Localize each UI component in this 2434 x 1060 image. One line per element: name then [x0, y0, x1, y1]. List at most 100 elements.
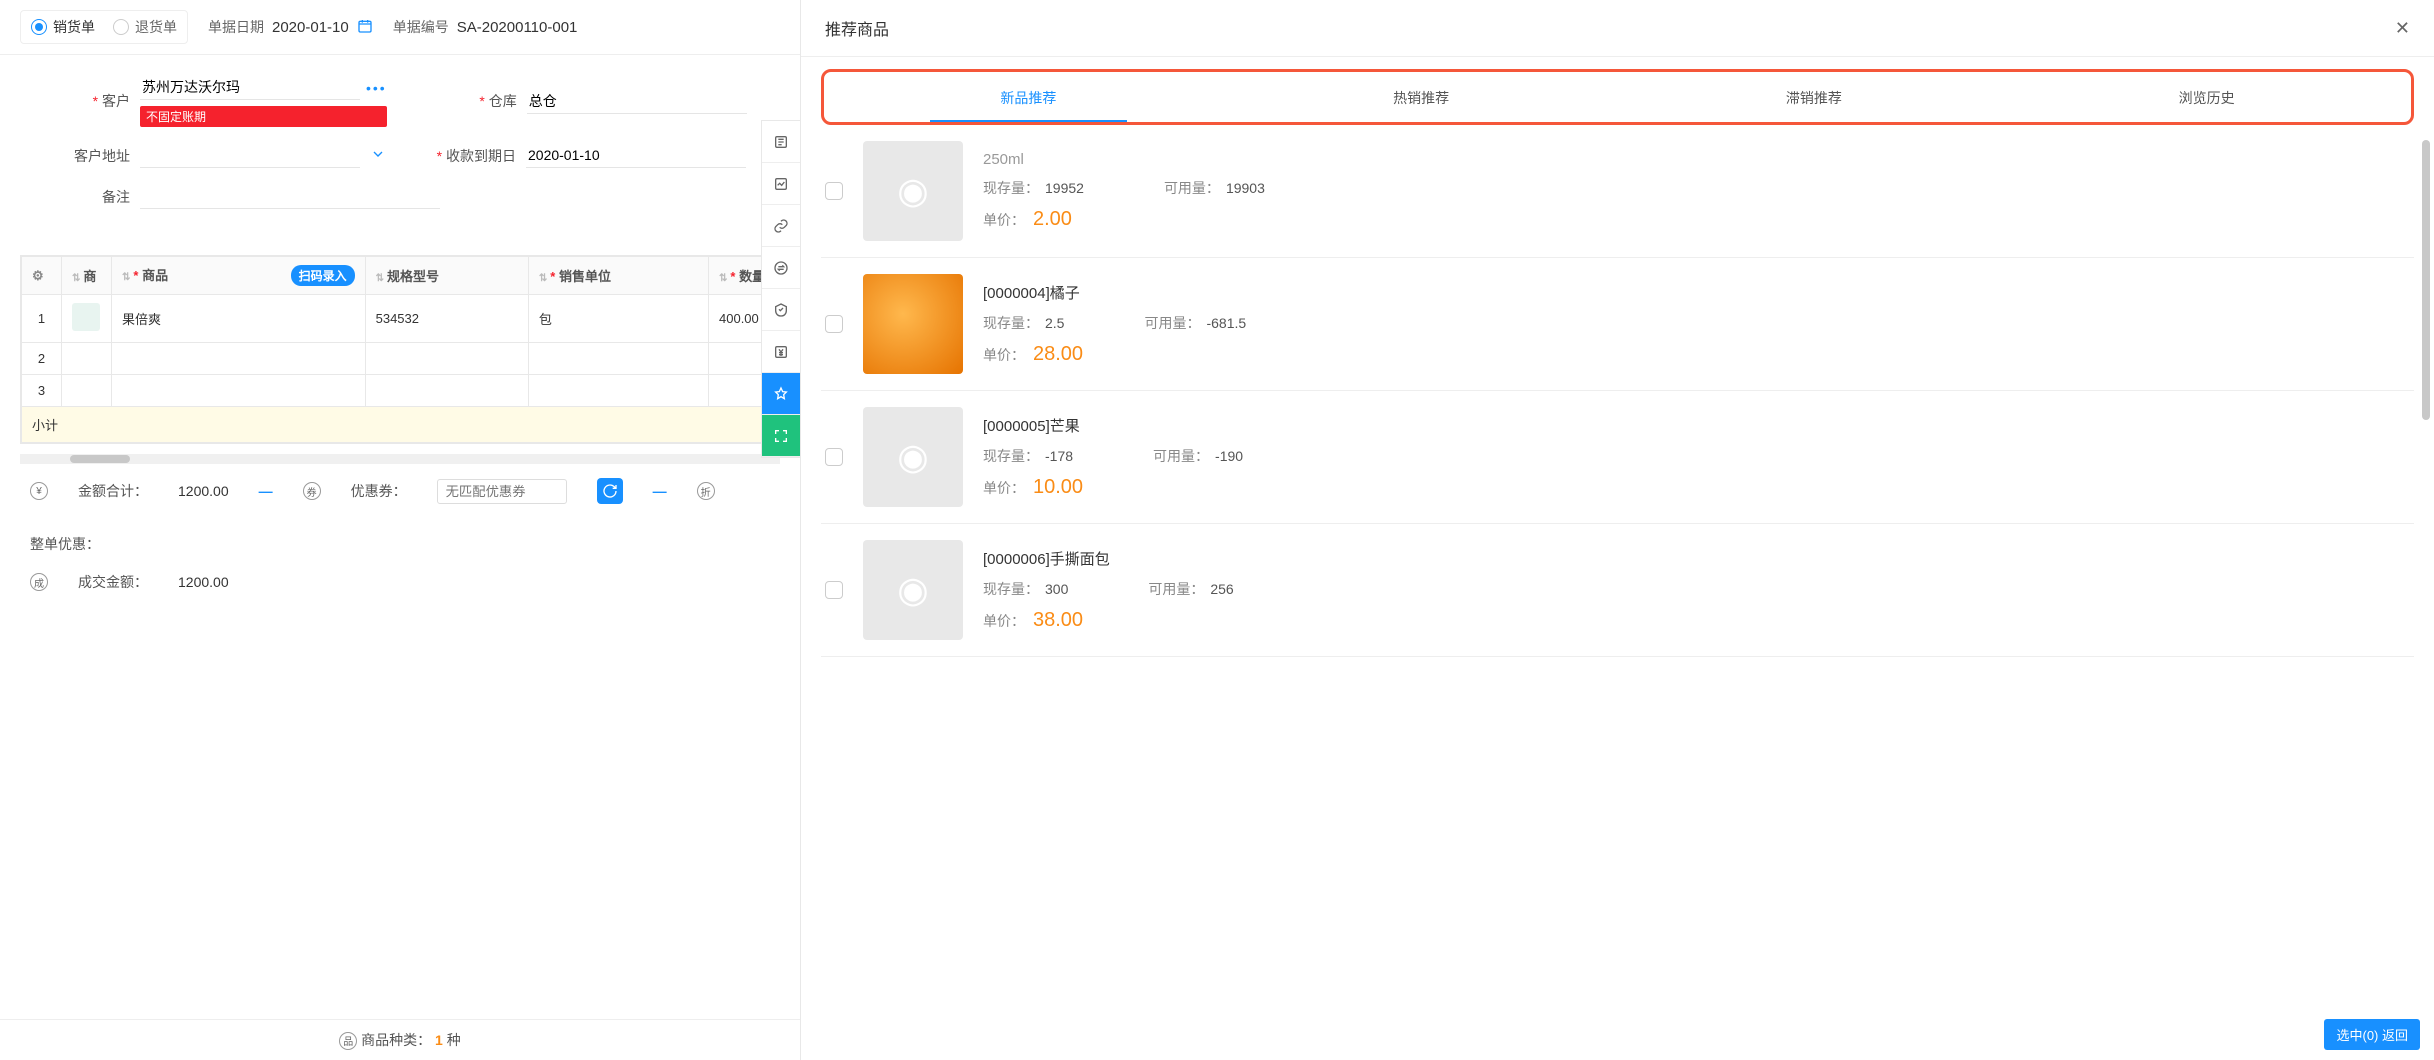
- coupon-label: 优惠券：: [351, 481, 407, 501]
- recommend-item[interactable]: ◉ [0000006]手撕面包 现存量：300 可用量：256 单价：38.00: [821, 524, 2414, 657]
- coupon-input[interactable]: [437, 479, 567, 504]
- radio-return-order[interactable]: 退货单: [113, 17, 177, 37]
- price-value: 2.00: [1033, 208, 1072, 230]
- cell-spec[interactable]: [365, 343, 528, 375]
- currency-icon: ¥: [30, 482, 48, 500]
- checkbox[interactable]: [825, 581, 843, 599]
- coupon-icon: 券: [303, 482, 321, 500]
- subtotal-row: 小计: [22, 407, 779, 443]
- vertical-scrollbar[interactable]: [2422, 140, 2430, 420]
- deal-value: 1200.00: [178, 574, 229, 590]
- warehouse-label: 仓库: [427, 91, 517, 111]
- stock-value: 2.5: [1045, 315, 1064, 331]
- select-return-button[interactable]: 选中(0) 返回: [2324, 1019, 2420, 1050]
- tool-expand-icon[interactable]: [762, 415, 800, 457]
- table-row[interactable]: 1 果倍爽 534532 包 400.00: [22, 295, 779, 343]
- doc-header: 销货单 退货单 单据日期 2020-01-10 单据编号 SA-20200110…: [0, 0, 800, 55]
- doc-no-label: 单据编号: [393, 17, 449, 37]
- chevron-down-icon[interactable]: [370, 146, 386, 165]
- col-gear[interactable]: ⚙: [22, 257, 62, 295]
- avail-value: -681.5: [1206, 315, 1246, 331]
- checkbox[interactable]: [825, 182, 843, 200]
- recommend-item[interactable]: ◉ 250ml 现存量：19952 可用量：19903 单价：2.00: [821, 125, 2414, 258]
- checkbox[interactable]: [825, 315, 843, 333]
- col-product[interactable]: ⇅商品扫码录入: [112, 257, 366, 295]
- remark-input[interactable]: [140, 184, 440, 209]
- cell-unit[interactable]: [528, 375, 708, 407]
- refresh-button[interactable]: [597, 478, 623, 504]
- col-unit[interactable]: ⇅销售单位: [528, 257, 708, 295]
- horizontal-scrollbar[interactable]: [20, 454, 780, 464]
- stock-value: -178: [1045, 448, 1073, 464]
- gear-icon: ⚙: [32, 268, 44, 283]
- side-toolbar: [761, 120, 801, 458]
- doc-type-radio-group: 销货单 退货单: [20, 10, 188, 44]
- doc-date-field: 单据日期 2020-01-10: [208, 17, 373, 37]
- tool-swap-icon[interactable]: [762, 247, 800, 289]
- minus-icon: —: [653, 483, 667, 499]
- tool-chart-icon[interactable]: [762, 163, 800, 205]
- minus-icon: —: [259, 483, 273, 499]
- item-name: [0000005]芒果: [983, 415, 2410, 436]
- more-icon[interactable]: •••: [366, 80, 387, 96]
- price-value: 38.00: [1033, 609, 1083, 631]
- address-input[interactable]: [140, 143, 360, 168]
- customer-input[interactable]: [140, 75, 360, 100]
- cell-spec[interactable]: 534532: [365, 295, 528, 343]
- stock-value: 300: [1045, 581, 1068, 597]
- tool-list-icon[interactable]: [762, 121, 800, 163]
- doc-no-field: 单据编号 SA-20200110-001: [393, 17, 578, 37]
- tab-3[interactable]: 浏览历史: [2010, 78, 2403, 122]
- checkbox[interactable]: [825, 448, 843, 466]
- totals-bar: ¥ 金额合计： 1200.00 — 券 优惠券： — 折 整单优惠：: [0, 464, 800, 568]
- tool-star-icon[interactable]: [762, 373, 800, 415]
- col-spec[interactable]: ⇅规格型号: [365, 257, 528, 295]
- table-row[interactable]: 3: [22, 375, 779, 407]
- cell-product[interactable]: [112, 343, 366, 375]
- tool-currency-icon[interactable]: [762, 331, 800, 373]
- kind-unit: 种: [447, 1032, 461, 1048]
- radio-sales-order[interactable]: 销货单: [31, 17, 95, 37]
- tool-receive-icon[interactable]: [762, 289, 800, 331]
- tab-0[interactable]: 新品推荐: [832, 78, 1225, 122]
- radio-return-label: 退货单: [135, 17, 177, 37]
- recommend-list[interactable]: ◉ 250ml 现存量：19952 可用量：19903 单价：2.00 [000…: [801, 125, 2434, 1060]
- recommend-item[interactable]: [0000004]橘子 现存量：2.5 可用量：-681.5 单价：28.00: [821, 258, 2414, 391]
- cell-spec[interactable]: [365, 375, 528, 407]
- col-image[interactable]: ⇅商: [62, 257, 112, 295]
- panel-header: 推荐商品 ✕: [801, 0, 2434, 57]
- cell-product[interactable]: [112, 375, 366, 407]
- cell-product[interactable]: 果倍爽: [112, 295, 366, 343]
- close-icon[interactable]: ✕: [2395, 18, 2410, 39]
- doc-date-value[interactable]: 2020-01-10: [272, 19, 349, 36]
- stock-value: 19952: [1045, 180, 1084, 196]
- kind-count: 1: [435, 1032, 443, 1048]
- tool-link-icon[interactable]: [762, 205, 800, 247]
- cell-unit[interactable]: [528, 343, 708, 375]
- due-date-input[interactable]: [526, 143, 746, 168]
- warehouse-field: 仓库: [427, 75, 747, 127]
- tab-1[interactable]: 热销推荐: [1225, 78, 1618, 122]
- panel-tabs: 新品推荐热销推荐滞销推荐浏览历史: [821, 69, 2414, 125]
- discount-icon: 折: [697, 482, 715, 500]
- deal-icon: 成: [30, 573, 48, 591]
- bill-discount-label: 整单优惠：: [30, 534, 100, 554]
- item-name: [0000004]橘子: [983, 282, 2410, 303]
- address-field: 客户地址: [40, 143, 386, 168]
- warehouse-input[interactable]: [527, 89, 747, 114]
- item-name: [0000006]手撕面包: [983, 548, 2410, 569]
- subtotal-label: 小计: [22, 407, 779, 443]
- table-row[interactable]: 2: [22, 343, 779, 375]
- avail-value: 19903: [1226, 180, 1265, 196]
- recommend-item[interactable]: ◉ [0000005]芒果 现存量：-178 可用量：-190 单价：10.00: [821, 391, 2414, 524]
- product-image: ◉: [863, 540, 963, 640]
- radio-sales-label: 销货单: [53, 17, 95, 37]
- due-date-field: 收款到期日: [426, 143, 746, 168]
- deal-total: 成 成交金额： 1200.00: [0, 568, 800, 606]
- doc-date-label: 单据日期: [208, 17, 264, 37]
- scan-input-button[interactable]: 扫码录入: [291, 265, 355, 286]
- cell-unit[interactable]: 包: [528, 295, 708, 343]
- kind-label: 商品种类：: [361, 1032, 431, 1048]
- calendar-icon[interactable]: [357, 18, 373, 37]
- tab-2[interactable]: 滞销推荐: [1618, 78, 2011, 122]
